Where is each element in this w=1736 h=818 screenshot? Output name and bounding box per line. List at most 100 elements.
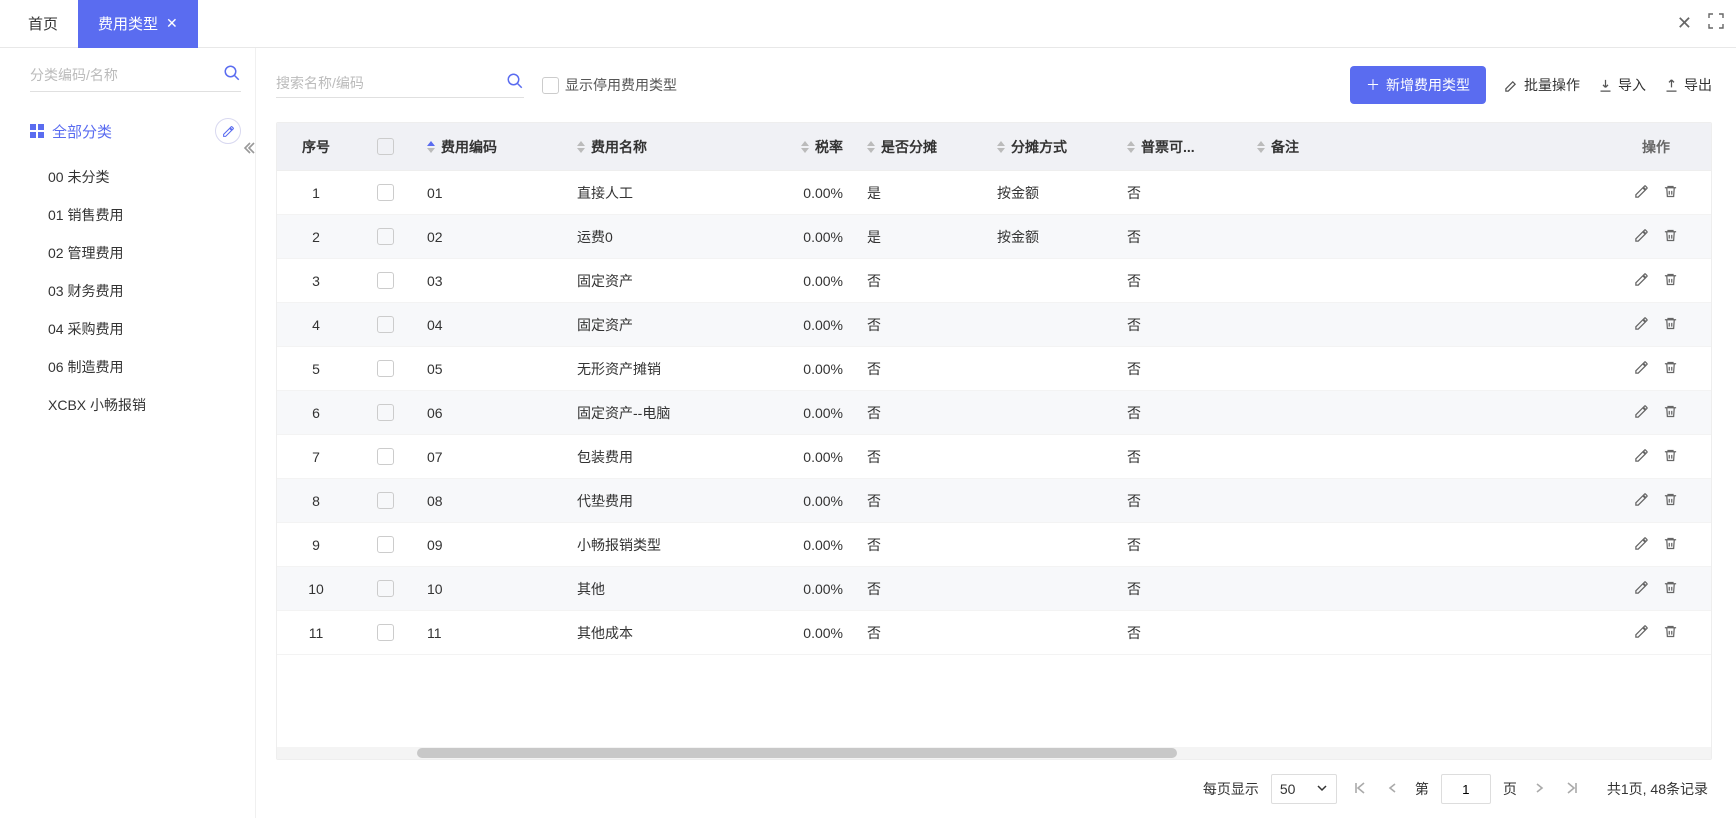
delete-icon[interactable] [1663,536,1678,554]
col-share[interactable]: 是否分摊 [855,137,985,157]
col-method[interactable]: 分摊方式 [985,137,1115,157]
col-ticket[interactable]: 普票可... [1115,137,1245,157]
cell-code: 05 [415,361,565,377]
cell-rate: 0.00% [755,361,855,377]
horizontal-scrollbar[interactable] [277,747,1711,759]
delete-icon[interactable] [1663,360,1678,378]
cell-code: 11 [415,625,565,641]
cell-checkbox[interactable] [355,316,415,333]
delete-icon[interactable] [1663,228,1678,246]
edit-icon[interactable] [1634,580,1649,598]
next-page-button[interactable] [1529,781,1549,797]
edit-icon[interactable] [1634,272,1649,290]
cell-checkbox[interactable] [355,360,415,377]
content-search [276,72,524,98]
sidebar-item[interactable]: 01 销售费用 [30,196,241,234]
col-checkbox[interactable] [355,138,415,155]
close-icon[interactable]: ✕ [166,15,178,32]
delete-icon[interactable] [1663,624,1678,642]
cell-checkbox[interactable] [355,536,415,553]
page-suffix: 页 [1503,779,1517,799]
sidebar-item[interactable]: 03 财务费用 [30,272,241,310]
last-page-button[interactable] [1561,781,1583,798]
edit-icon[interactable] [1634,184,1649,202]
edit-icon[interactable] [1634,492,1649,510]
add-button[interactable]: ＋ 新增费用类型 [1350,66,1486,104]
tab-home[interactable]: 首页 [8,0,78,48]
col-note[interactable]: 备注 [1245,137,1305,157]
edit-icon[interactable] [215,118,241,144]
top-tab-bar: 首页 费用类型 ✕ ✕ [0,0,1736,48]
cell-name: 运费0 [565,227,755,247]
checkbox-icon [377,228,394,245]
collapse-icon[interactable] [241,140,257,159]
cell-share: 否 [855,271,985,291]
scrollbar-thumb[interactable] [417,748,1177,758]
cell-share: 否 [855,447,985,467]
delete-icon[interactable] [1663,272,1678,290]
edit-icon[interactable] [1634,228,1649,246]
edit-icon[interactable] [1634,536,1649,554]
sidebar-search-input[interactable] [30,67,223,83]
sidebar-item[interactable]: 06 制造费用 [30,348,241,386]
sidebar-item[interactable]: 00 未分类 [30,158,241,196]
table-header: 序号 费用编码 费用名称 税率 是否分摊 分摊方式 普票可... 备注 操作 [277,123,1711,171]
cell-ticket: 否 [1115,227,1245,247]
checkbox-icon [377,272,394,289]
page-number-input[interactable] [1441,774,1491,804]
sidebar-item[interactable]: XCBX 小畅报销 [30,386,241,424]
cell-checkbox[interactable] [355,624,415,641]
tree-root[interactable]: 全部分类 [30,114,241,158]
cell-name: 无形资产摊销 [565,359,755,379]
delete-icon[interactable] [1663,316,1678,334]
prev-page-button[interactable] [1383,781,1403,797]
delete-icon[interactable] [1663,580,1678,598]
sidebar-item[interactable]: 02 管理费用 [30,234,241,272]
cell-share: 否 [855,359,985,379]
delete-icon[interactable] [1663,404,1678,422]
table-row: 303固定资产0.00%否否 [277,259,1711,303]
checkbox-icon [377,448,394,465]
export-button[interactable]: 导出 [1664,75,1712,95]
edit-icon[interactable] [1634,316,1649,334]
per-page-select[interactable]: 50 [1271,774,1337,804]
delete-icon[interactable] [1663,492,1678,510]
col-name[interactable]: 费用名称 [565,137,755,157]
content-search-input[interactable] [276,75,506,91]
tab-expense-type[interactable]: 费用类型 ✕ [78,0,198,48]
cell-checkbox[interactable] [355,404,415,421]
edit-icon[interactable] [1634,404,1649,422]
close-icon[interactable]: ✕ [1677,13,1692,34]
col-seq[interactable]: 序号 [277,137,355,157]
cell-checkbox[interactable] [355,228,415,245]
cell-method: 按金额 [985,183,1115,203]
col-rate[interactable]: 税率 [755,137,855,157]
cell-checkbox[interactable] [355,448,415,465]
delete-icon[interactable] [1663,448,1678,466]
data-table: 序号 费用编码 费用名称 税率 是否分摊 分摊方式 普票可... 备注 操作 1… [276,122,1712,760]
cell-checkbox[interactable] [355,580,415,597]
edit-icon[interactable] [1634,360,1649,378]
sidebar-item[interactable]: 04 采购费用 [30,310,241,348]
cell-rate: 0.00% [755,493,855,509]
edit-icon[interactable] [1634,624,1649,642]
chevron-down-icon [1316,781,1328,797]
cell-name: 小畅报销类型 [565,535,755,555]
search-icon[interactable] [506,72,524,93]
first-page-button[interactable] [1349,781,1371,798]
cell-seq: 4 [277,317,355,333]
import-button[interactable]: 导入 [1598,75,1646,95]
show-disabled-checkbox[interactable]: 显示停用费用类型 [542,75,677,95]
col-code[interactable]: 费用编码 [415,137,565,157]
batch-button[interactable]: 批量操作 [1504,75,1580,95]
delete-icon[interactable] [1663,184,1678,202]
cell-ticket: 否 [1115,359,1245,379]
cell-checkbox[interactable] [355,184,415,201]
fullscreen-icon[interactable] [1708,13,1724,34]
sidebar-search [30,64,241,92]
cell-seq: 8 [277,493,355,509]
search-icon[interactable] [223,64,241,85]
cell-checkbox[interactable] [355,272,415,289]
edit-icon[interactable] [1634,448,1649,466]
cell-checkbox[interactable] [355,492,415,509]
